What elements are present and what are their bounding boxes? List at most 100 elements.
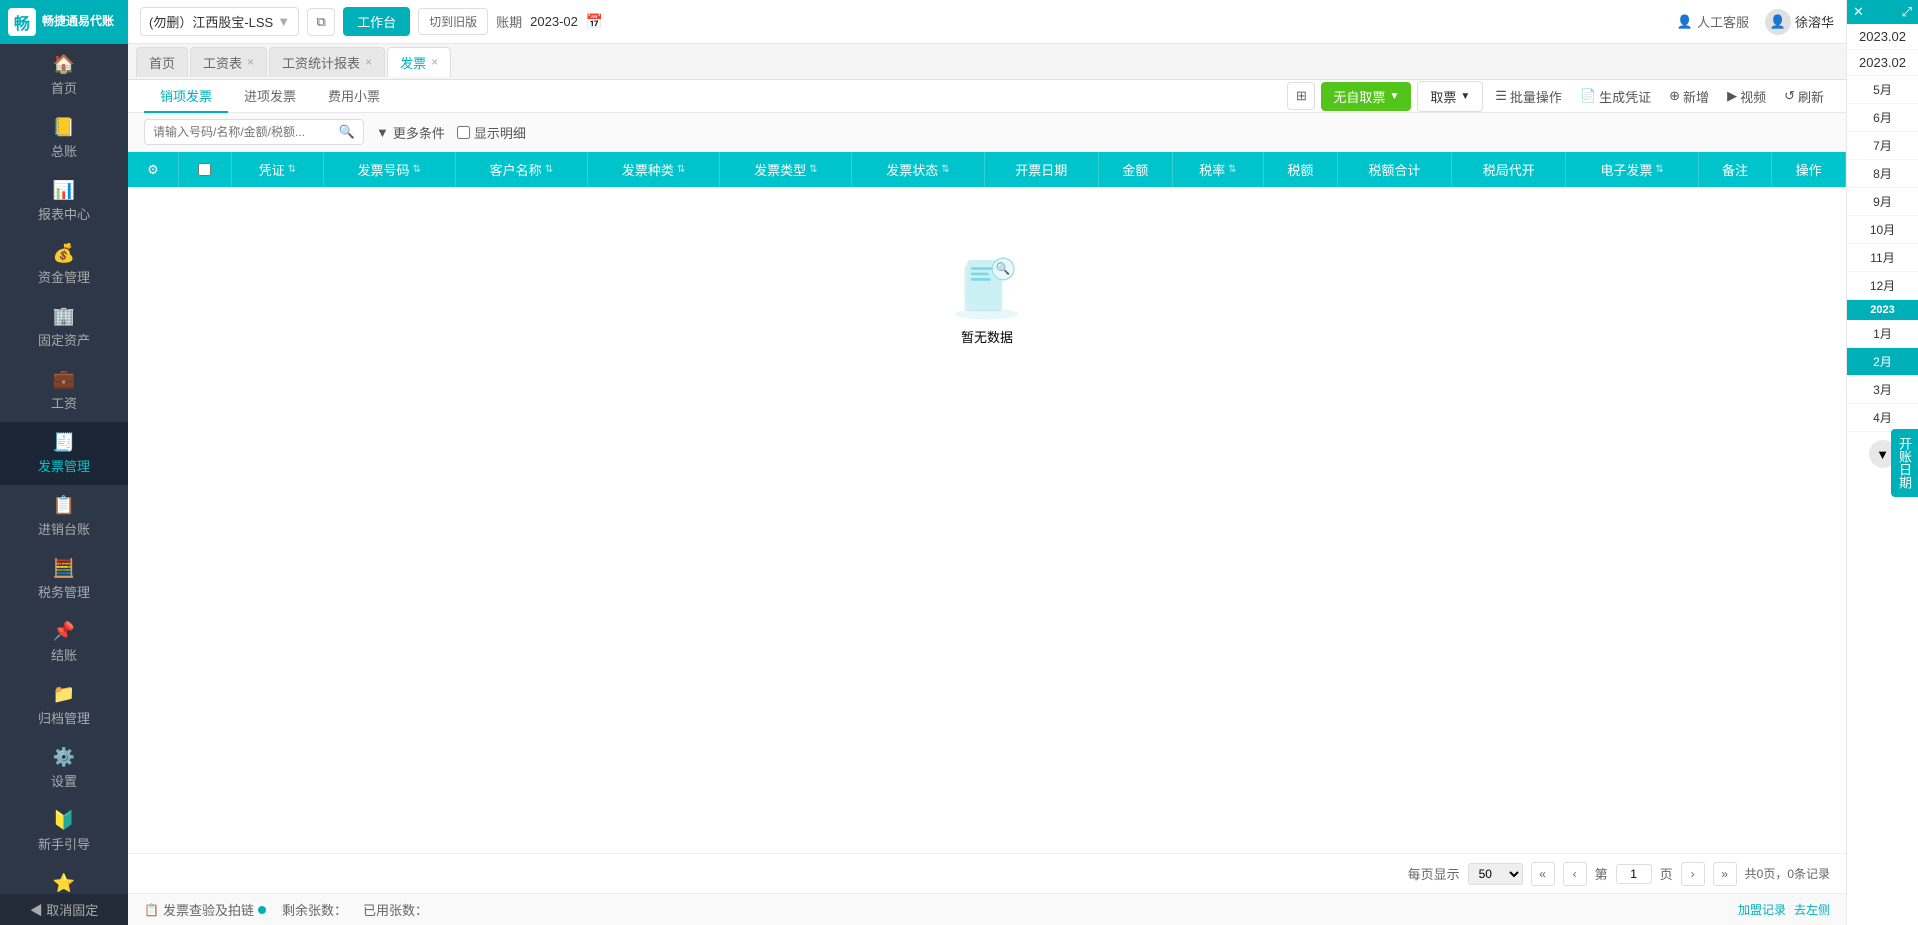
subtab-purchase[interactable]: 进项发票 <box>228 80 312 113</box>
th-invoice-no[interactable]: 发票号码⇅ <box>323 152 455 187</box>
th-open-date: 开票日期 <box>984 152 1098 187</box>
sidebar-item-guide[interactable]: 🔰 新手引导 <box>0 800 128 863</box>
sort-icon: ⇅ <box>288 164 296 175</box>
date-item-2023-1[interactable]: 1月 <box>1847 320 1918 348</box>
workbench-btn[interactable]: 工作台 <box>343 7 410 36</box>
date-item-10[interactable]: 10月 <box>1847 216 1918 244</box>
more-filter-btn[interactable]: ▼ 更多条件 <box>376 123 445 142</box>
copy-icon: ⧉ <box>316 14 325 30</box>
date-item-2023-02-second[interactable]: 2023.02 <box>1847 50 1918 76</box>
date-item-9[interactable]: 9月 <box>1847 188 1918 216</box>
select-all-checkbox[interactable] <box>198 163 211 176</box>
date-item-12[interactable]: 12月 <box>1847 272 1918 300</box>
last-page-btn[interactable]: » <box>1713 862 1737 886</box>
company-selector[interactable]: (勿删）江西股宝-LSS ▼ <box>140 7 299 36</box>
tab-close-salary[interactable]: × <box>247 56 254 68</box>
sidebar-item-general-ledger[interactable]: 📒 总账 <box>0 107 128 170</box>
sidebar-item-fixed-assets[interactable]: 🏢 固定资产 <box>0 296 128 359</box>
sidebar-item-settings[interactable]: ⚙️ 设置 <box>0 737 128 800</box>
user-menu[interactable]: 👤 徐溶华 <box>1765 9 1834 35</box>
subtab-sales[interactable]: 销项发票 <box>144 80 228 113</box>
th-customer[interactable]: 客户名称⇅ <box>455 152 587 187</box>
grid-view-btn[interactable]: ⊞ <box>1287 82 1315 110</box>
next-page-btn[interactable]: › <box>1681 862 1705 886</box>
date-item-2023-02-top[interactable]: 2023.02 <box>1847 24 1918 50</box>
username: 徐溶华 <box>1795 12 1834 31</box>
sidebar-item-tax-mgmt[interactable]: 🧮 税务管理 <box>0 548 128 611</box>
open-period-btn[interactable]: 开账日期 <box>1891 429 1918 497</box>
subtab-label: 销项发票 <box>160 89 212 104</box>
date-item-11[interactable]: 11月 <box>1847 244 1918 272</box>
subtab-expense[interactable]: 费用小票 <box>312 80 396 113</box>
th-settings[interactable]: ⚙ <box>128 152 178 187</box>
service-btn[interactable]: 👤 人工客服 <box>1677 12 1749 31</box>
period-calendar-icon[interactable]: 📅 <box>586 13 603 30</box>
gen-voucher-btn[interactable]: 📄 生成凭证 <box>1574 83 1657 110</box>
th-tax-rate[interactable]: 税率⇅ <box>1172 152 1263 187</box>
page-input[interactable] <box>1616 864 1652 884</box>
no-deduct-btn[interactable]: 无自取票 ▼ <box>1321 82 1411 111</box>
batch-ops-btn[interactable]: ☰ 批量操作 <box>1489 83 1568 110</box>
tab-invoice[interactable]: 发票 × <box>387 47 451 77</box>
th-checkbox[interactable] <box>178 152 231 187</box>
tab-salary-report[interactable]: 工资统计报表 × <box>269 47 385 77</box>
sort-icon: ⇅ <box>1655 164 1663 175</box>
date-item-7[interactable]: 7月 <box>1847 132 1918 160</box>
logo-text: 畅捷通易代账 <box>42 14 114 30</box>
search-input[interactable] <box>153 125 333 139</box>
search-box: 🔍 <box>144 119 364 145</box>
th-invoice-status[interactable]: 发票状态⇅ <box>852 152 984 187</box>
first-page-btn[interactable]: « <box>1531 862 1555 886</box>
date-item-6[interactable]: 6月 <box>1847 104 1918 132</box>
sidebar-item-reports[interactable]: 📊 报表中心 <box>0 170 128 233</box>
status-dot <box>258 906 266 914</box>
date-item-2023-3[interactable]: 3月 <box>1847 376 1918 404</box>
new-btn[interactable]: ⊕ 新增 <box>1663 83 1715 110</box>
date-item-8[interactable]: 8月 <box>1847 160 1918 188</box>
th-invoice-category[interactable]: 发票类型⇅ <box>720 152 852 187</box>
check-label: 发票查验及拍链 <box>163 900 254 919</box>
right-panel-close-btn[interactable]: ✕ <box>1853 4 1864 20</box>
sidebar: 畅 畅捷通易代账 🏠 首页 📒 总账 📊 报表中心 💰 资金管理 🏢 固定资产 … <box>0 0 128 925</box>
logo-icon: 畅 <box>8 8 36 36</box>
take-ticket-btn[interactable]: 取票 ▼ <box>1417 81 1483 112</box>
th-voucher[interactable]: 凭证⇅ <box>232 152 323 187</box>
sidebar-item-sales-ledger[interactable]: 📋 进销台账 <box>0 485 128 548</box>
sidebar-item-archive[interactable]: 📁 归档管理 <box>0 674 128 737</box>
sidebar-item-home[interactable]: 🏠 首页 <box>0 44 128 107</box>
show-detail-toggle[interactable]: 显示明细 <box>457 123 526 142</box>
th-amount: 金额 <box>1098 152 1172 187</box>
btn-label: 刷新 <box>1798 87 1824 106</box>
refresh-btn[interactable]: ↺ 刷新 <box>1778 83 1830 110</box>
prev-page-btn[interactable]: ‹ <box>1563 862 1587 886</box>
video-btn[interactable]: ▶ 视频 <box>1721 83 1772 110</box>
tab-close-salary-report[interactable]: × <box>365 56 372 68</box>
app-logo: 畅 畅捷通易代账 <box>0 0 128 44</box>
sidebar-item-funds[interactable]: 💰 资金管理 <box>0 233 128 296</box>
right-panel-expand-btn[interactable]: ⤢ <box>1902 4 1912 20</box>
per-page-label: 每页显示 <box>1408 864 1460 883</box>
date-item-2023-2[interactable]: 2月 <box>1847 348 1918 376</box>
per-page-select[interactable]: 20 50 100 <box>1468 863 1523 885</box>
copy-company-btn[interactable]: ⧉ <box>307 8 335 36</box>
join-record-link[interactable]: 加盟记录 <box>1738 901 1786 918</box>
guide-icon: 🔰 <box>53 810 75 831</box>
date-item-5[interactable]: 5月 <box>1847 76 1918 104</box>
tab-close-invoice[interactable]: × <box>431 56 438 68</box>
sidebar-item-salary[interactable]: 💼 工资 <box>0 359 128 422</box>
tabbar: 首页 工资表 × 工资统计报表 × 发票 × <box>128 44 1846 80</box>
sidebar-item-invoice-mgmt[interactable]: 🧾 发票管理 <box>0 422 128 485</box>
sidebar-item-closing[interactable]: 📌 结账 <box>0 611 128 674</box>
tab-home[interactable]: 首页 <box>136 47 188 77</box>
tab-salary[interactable]: 工资表 × <box>190 47 267 77</box>
show-detail-checkbox[interactable] <box>457 126 470 139</box>
th-e-invoice[interactable]: 电子发票⇅ <box>1566 152 1698 187</box>
ad-left-link[interactable]: 去左侧 <box>1794 901 1830 918</box>
sidebar-item-member[interactable]: ⭐ 畅会员 <box>0 863 128 894</box>
sidebar-item-label: 首页 <box>51 78 77 97</box>
sidebar-collapse-btn[interactable]: ◀ 取消固定 <box>0 894 128 925</box>
switch-old-btn[interactable]: 切到旧版 <box>418 8 488 35</box>
period-label: 账期 <box>496 12 522 31</box>
svg-text:🔍: 🔍 <box>996 261 1011 276</box>
th-invoice-type[interactable]: 发票种类⇅ <box>587 152 719 187</box>
